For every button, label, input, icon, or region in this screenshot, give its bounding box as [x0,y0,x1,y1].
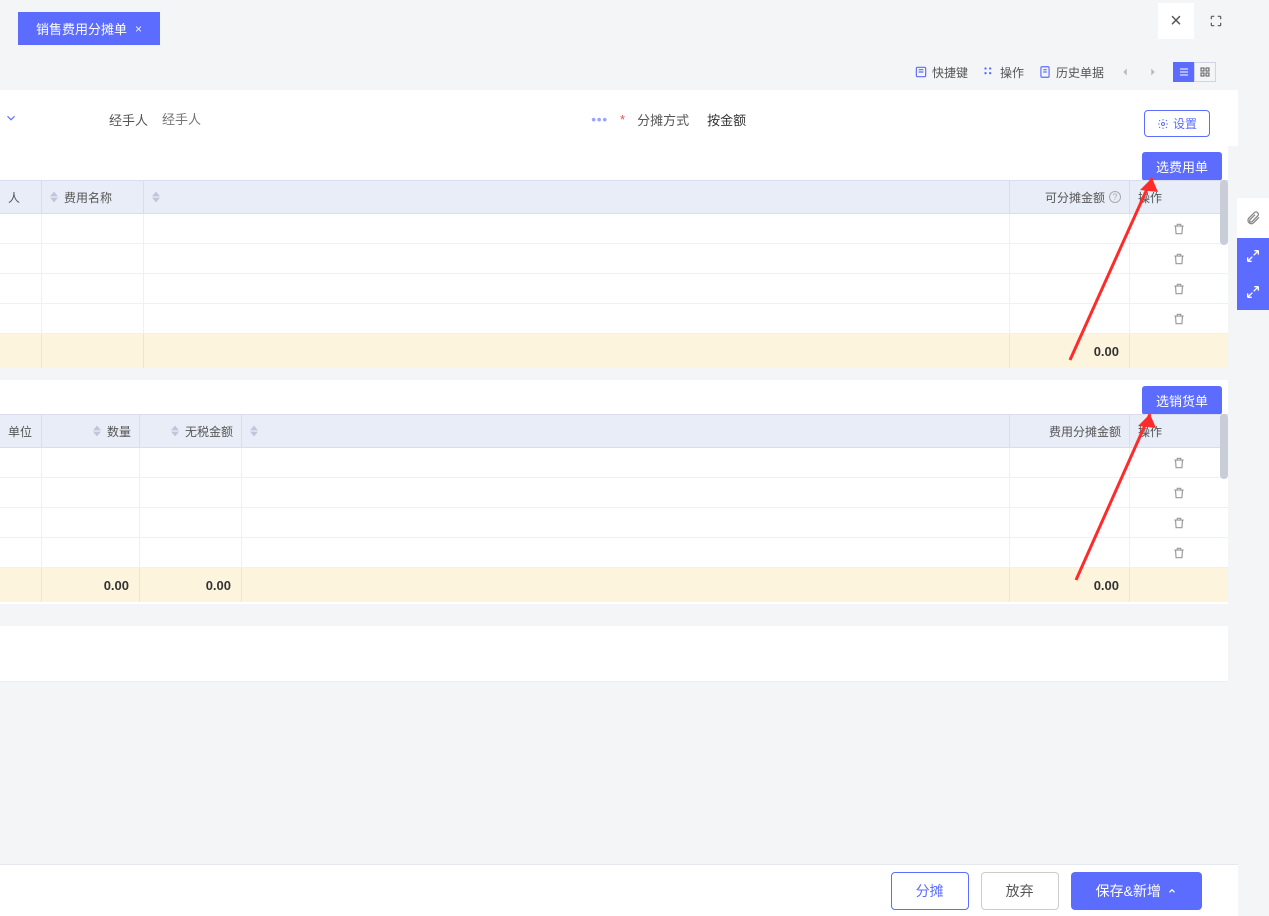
tab-active[interactable]: 销售费用分摊单 × [18,12,160,45]
table-row[interactable] [0,274,1228,304]
history-label: 历史单据 [1056,64,1104,81]
footer-bar: 分摊 放弃 保存&新增 [0,864,1238,916]
table-row[interactable] [0,214,1228,244]
trash-icon[interactable] [1172,486,1186,500]
allocate-button[interactable]: 分摊 [891,872,969,910]
sum-notax: 0.00 [140,568,242,602]
tab-close-icon[interactable]: × [135,22,142,36]
expense-sum-row: 0.00 [0,334,1228,368]
col-fee-name[interactable]: 费用名称 [42,181,144,213]
handler-input[interactable] [162,112,583,127]
handler-lookup-icon[interactable]: ••• [591,112,608,127]
help-icon[interactable]: ? [1109,191,1121,203]
settings-button[interactable]: 设置 [1144,110,1210,137]
prev-doc-button[interactable] [1118,65,1132,79]
alloc-method-input[interactable] [707,112,1138,127]
required-marker: * [620,112,625,127]
sort-icon[interactable] [171,425,181,437]
sort-icon[interactable] [250,425,260,437]
settings-label: 设置 [1173,115,1197,132]
col-unknown-trunc[interactable]: 人 [0,181,42,213]
save-and-new-button[interactable]: 保存&新增 [1071,872,1202,910]
scrollbar[interactable] [1220,180,1228,245]
trash-icon[interactable] [1172,222,1186,236]
col-allocatable-amount[interactable]: 可分摊金额 ? [1010,181,1130,213]
prev-field-dropdown[interactable]: 经手人 ••• [0,110,620,129]
col-ops: 操作 [1130,181,1228,213]
trash-icon[interactable] [1172,312,1186,326]
trash-icon[interactable] [1172,516,1186,530]
table-row[interactable] [0,478,1228,508]
trash-icon[interactable] [1172,252,1186,266]
table-row[interactable] [0,244,1228,274]
hotkey-button[interactable]: 快捷键 [914,64,968,81]
table-row[interactable] [0,448,1228,478]
sales-table-header: 单位 数量 无税金额 费用分摊金额 操作 [0,414,1228,448]
next-doc-button[interactable] [1146,65,1160,79]
table-row[interactable] [0,538,1228,568]
alloc-method-label: 分摊方式 [637,110,689,129]
operations-button[interactable]: 操作 [982,64,1024,81]
attachment-button[interactable] [1237,198,1269,238]
trash-icon[interactable] [1172,456,1186,470]
table-row[interactable] [0,304,1228,334]
sales-sum-row: 0.00 0.00 0.00 [0,568,1228,602]
hotkey-label: 快捷键 [932,64,968,81]
tab-title: 销售费用分摊单 [36,19,127,38]
select-expense-button[interactable]: 选费用单 [1142,152,1222,181]
view-list-button[interactable] [1173,62,1195,82]
operations-label: 操作 [1000,64,1024,81]
discard-button[interactable]: 放弃 [981,872,1059,910]
expense-table-header: 人 费用名称 可分摊金额 ? 操作 [0,180,1228,214]
alloc-method-field[interactable]: * 分摊方式 [620,110,1160,129]
table-row[interactable] [0,508,1228,538]
trash-icon[interactable] [1172,546,1186,560]
sort-icon[interactable] [93,425,103,437]
trash-icon[interactable] [1172,282,1186,296]
scrollbar[interactable] [1220,414,1228,479]
top-toolbar: 快捷键 操作 历史单据 [0,54,1238,90]
chevron-down-icon [4,111,18,128]
col-empty-flex[interactable] [242,415,1010,447]
sort-icon[interactable] [152,191,162,203]
col-unit[interactable]: 单位 [0,415,42,447]
fullscreen-button[interactable] [1202,3,1230,39]
sort-icon[interactable] [50,191,60,203]
col-alloc-amount[interactable]: 费用分摊金额 [1010,415,1130,447]
col-notax-amount[interactable]: 无税金额 [140,415,242,447]
select-sales-button[interactable]: 选销货单 [1142,386,1222,415]
expand-button-1[interactable] [1237,238,1269,274]
panel-close-button[interactable]: × [1158,3,1194,39]
sum-qty: 0.00 [42,568,140,602]
save-and-new-label: 保存&新增 [1096,881,1161,901]
sum-allocatable: 0.00 [1010,334,1130,368]
col-ops: 操作 [1130,415,1228,447]
spacer [0,610,1228,626]
view-card-button[interactable] [1194,62,1216,82]
sum-alloc: 0.00 [1010,568,1130,602]
history-button[interactable]: 历史单据 [1038,64,1104,81]
expand-button-2[interactable] [1237,274,1269,310]
remarks-area [0,626,1228,682]
handler-label: 经手人 [26,110,154,129]
view-toggle [1174,62,1216,82]
col-empty-flex[interactable] [144,181,1010,213]
chevron-up-icon [1167,886,1177,896]
col-quantity[interactable]: 数量 [42,415,140,447]
